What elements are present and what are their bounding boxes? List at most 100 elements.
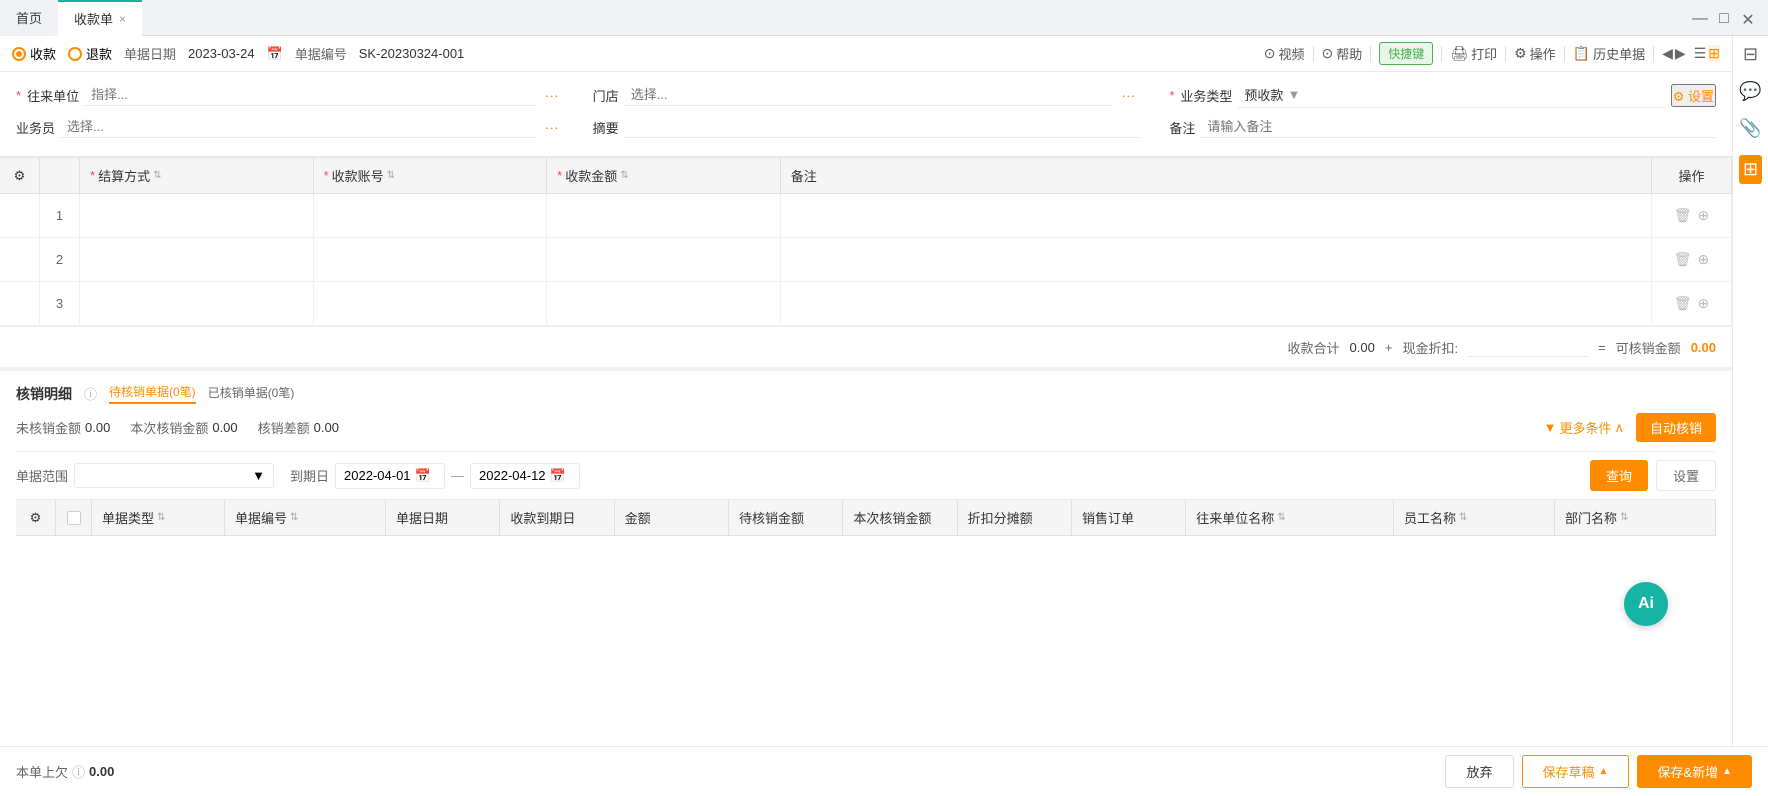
sidebar-expand-icon[interactable]: ⊞	[1739, 155, 1762, 184]
history-btn[interactable]: 📋 历史单据	[1573, 44, 1645, 63]
store-more-btn[interactable]: ···	[1117, 87, 1139, 103]
due-date-start-input[interactable]: 2022-04-01 📅	[335, 463, 445, 489]
bth-check[interactable]	[56, 500, 92, 535]
counterpart-input[interactable]	[85, 84, 535, 106]
sort-icon-2: ⇅	[387, 170, 395, 181]
diff-value: 0.00	[314, 420, 339, 435]
bth-gear[interactable]: ⚙	[16, 500, 56, 535]
sidebar-table-icon[interactable]: ⊟	[1743, 44, 1758, 65]
td-account-1[interactable]	[314, 194, 548, 237]
td-settlement-3[interactable]	[80, 282, 314, 325]
filter-icon: ▼	[1544, 420, 1557, 435]
radio-shoukuan[interactable]: 收款	[12, 44, 56, 63]
summary-input[interactable]	[625, 116, 1140, 138]
td-num-1: 1	[40, 194, 80, 237]
th-settlement: * 结算方式 ⇅	[80, 158, 314, 193]
settings-button[interactable]: ⚙ 设置	[1671, 84, 1716, 107]
sidebar-chat-icon[interactable]: 💬	[1739, 81, 1761, 102]
next-arrow[interactable]: ▶	[1675, 45, 1686, 62]
select-arrow-icon: ▼	[1287, 87, 1300, 102]
sidebar-attachment-icon[interactable]: 📎	[1739, 118, 1761, 139]
ai-badge[interactable]: Ai	[1624, 582, 1668, 626]
td-remarks-3[interactable]	[781, 282, 1652, 325]
calendar-icon[interactable]: 📅	[267, 46, 283, 62]
caozuo-btn[interactable]: ⚙ 操作	[1514, 44, 1556, 63]
draft-label: 保存草稿	[1543, 762, 1595, 781]
help-btn[interactable]: ⊙ 帮助	[1322, 44, 1363, 63]
divider4	[1505, 46, 1506, 62]
calendar-icon-end: 📅	[550, 468, 566, 484]
print-btn[interactable]: 🖨 打印	[1450, 44, 1497, 63]
table-header: ⚙ * 结算方式 ⇅ * 收款账号 ⇅ * 收款金额 ⇅ 备注 操作	[0, 158, 1732, 194]
tab-close-icon[interactable]: ×	[119, 12, 126, 26]
sort-icon-3: ⇅	[620, 170, 628, 181]
counterpart-more-btn[interactable]: ···	[541, 87, 563, 103]
td-settlement-1[interactable]	[80, 194, 314, 237]
radio-tuidan[interactable]: 退款	[68, 44, 112, 63]
td-amount-1[interactable]	[547, 194, 781, 237]
copy-row-1-btn[interactable]: ⊕	[1698, 207, 1710, 224]
minimize-button[interactable]: —	[1692, 10, 1708, 26]
prev-arrow[interactable]: ◀	[1662, 45, 1673, 62]
discount-input[interactable]	[1468, 337, 1588, 357]
available-label: 可核销金额	[1616, 338, 1681, 357]
info-icon[interactable]: ⓘ	[84, 384, 97, 403]
td-account-3[interactable]	[314, 282, 548, 325]
td-remarks-2[interactable]	[781, 238, 1652, 281]
delete-row-3-btn[interactable]: 🗑	[1674, 295, 1692, 312]
range-select[interactable]: ▼	[74, 463, 274, 488]
td-amount-3[interactable]	[547, 282, 781, 325]
list-view-btn[interactable]: ☰	[1694, 45, 1707, 62]
done-tab[interactable]: 已核销单据(0笔)	[208, 384, 295, 403]
td-amount-2[interactable]	[547, 238, 781, 281]
delete-row-2-btn[interactable]: 🗑	[1674, 251, 1692, 268]
auto-hexiao-btn[interactable]: 自动核销	[1636, 413, 1716, 442]
td-account-2[interactable]	[314, 238, 548, 281]
kuaijian-btn[interactable]: 快捷键	[1379, 42, 1433, 65]
store-input[interactable]	[625, 84, 1112, 106]
due-date-end-input[interactable]: 2022-04-12 📅	[470, 463, 580, 489]
td-operations-2: 🗑 ⊕	[1652, 238, 1732, 281]
hexiao-section: 核销明细 ⓘ 待核销单据(0笔) 已核销单据(0笔) 未核销金额 0.00 本次…	[0, 367, 1732, 548]
divider6	[1653, 46, 1654, 62]
td-remarks-1[interactable]	[781, 194, 1652, 237]
video-icon: ⊙	[1264, 45, 1276, 62]
th-gear[interactable]: ⚙	[0, 158, 40, 193]
delete-row-1-btn[interactable]: 🗑	[1674, 207, 1692, 224]
tab-home[interactable]: 首页	[0, 0, 58, 36]
td-settlement-2[interactable]	[80, 238, 314, 281]
staff-input[interactable]	[61, 116, 535, 138]
query-btn[interactable]: 查询	[1590, 460, 1648, 491]
settings-btn-2[interactable]: 设置	[1656, 460, 1716, 491]
header-checkbox[interactable]	[67, 511, 81, 525]
video-btn[interactable]: ⊙ 视频	[1264, 44, 1305, 63]
required-star-1: *	[16, 88, 21, 103]
kuaijian-label[interactable]: 快捷键	[1379, 42, 1433, 65]
tab-active[interactable]: 收款单 ×	[58, 0, 142, 36]
business-type-field: * 业务类型 预收款 ▼ ⚙ 设置	[1169, 82, 1716, 108]
business-type-select[interactable]: 预收款 ▼	[1238, 82, 1664, 108]
footer-info-icon[interactable]: ⓘ	[72, 762, 85, 781]
range-select-arrow: ▼	[252, 468, 265, 483]
bth-date: 单据日期	[386, 500, 500, 535]
sort-icon-1: ⇅	[153, 170, 161, 181]
pending-tab[interactable]: 待核销单据(0笔)	[109, 383, 196, 404]
summary-label: 摘要	[593, 118, 619, 137]
draft-button[interactable]: 保存草稿 ▲	[1522, 755, 1630, 788]
radio-dot-tuidan	[68, 47, 82, 61]
toolbar-right: ⊙ 视频 ⊙ 帮助 快捷键 🖨 打印 ⚙ 操作	[1264, 42, 1720, 65]
bth-discount: 折扣分摊额	[958, 500, 1072, 535]
abandon-button[interactable]: 放弃	[1445, 755, 1513, 788]
save-new-button[interactable]: 保存&新增 ▲	[1637, 755, 1752, 788]
td-operations-1: 🗑 ⊕	[1652, 194, 1732, 237]
bth-type: 单据类型 ⇅	[92, 500, 225, 535]
copy-row-3-btn[interactable]: ⊕	[1698, 295, 1710, 312]
help-icon: ⊙	[1322, 45, 1334, 62]
copy-row-2-btn[interactable]: ⊕	[1698, 251, 1710, 268]
close-button[interactable]: ✕	[1740, 10, 1756, 26]
grid-view-btn[interactable]: ⊞	[1708, 45, 1720, 62]
staff-more-btn[interactable]: ···	[541, 119, 563, 135]
more-conditions-btn[interactable]: ▼ 更多条件 ∧	[1544, 418, 1624, 437]
maximize-button[interactable]: □	[1716, 10, 1732, 26]
remarks-input[interactable]	[1201, 116, 1716, 138]
